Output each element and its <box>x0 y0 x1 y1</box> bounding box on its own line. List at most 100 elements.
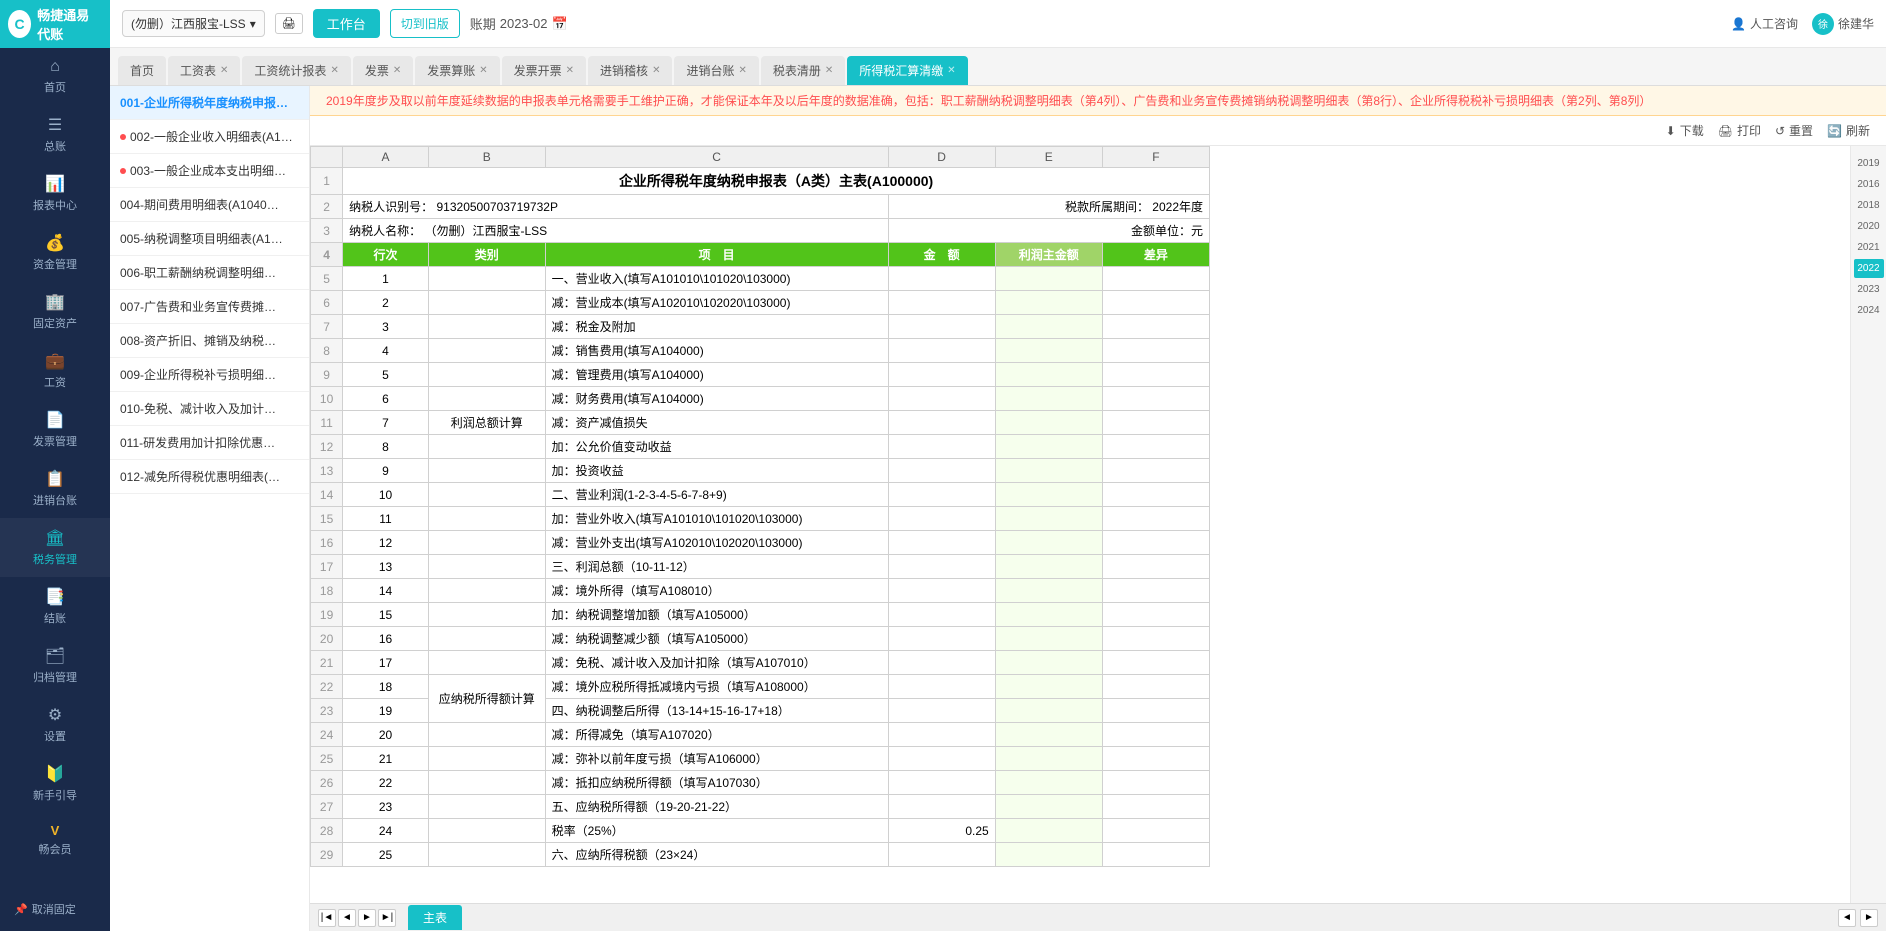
col-e[interactable] <box>995 435 1102 459</box>
sheet-nav-next[interactable]: ► <box>358 909 376 927</box>
tab-close-icon[interactable]: ✕ <box>479 65 487 76</box>
col-f[interactable] <box>1102 819 1209 843</box>
col-f[interactable] <box>1102 363 1209 387</box>
sheet-nav-prev[interactable]: ◄ <box>338 909 356 927</box>
left-panel-item-010[interactable]: 010-免税、减计收入及加计… <box>110 392 309 426</box>
tab-payroll[interactable]: 工资表 ✕ <box>168 56 240 85</box>
col-e[interactable] <box>995 795 1102 819</box>
col-d[interactable] <box>888 411 995 435</box>
col-d[interactable] <box>888 843 995 867</box>
col-f[interactable] <box>1102 747 1209 771</box>
col-e[interactable] <box>995 339 1102 363</box>
left-panel-item-005[interactable]: 005-纳税调整项目明细表(A1… <box>110 222 309 256</box>
col-f[interactable] <box>1102 651 1209 675</box>
tab-close-icon[interactable]: ✕ <box>652 65 660 76</box>
col-d[interactable] <box>888 267 995 291</box>
sidebar-item-payroll[interactable]: 💼 工资 <box>0 341 110 400</box>
tab-home[interactable]: 首页 <box>118 56 166 85</box>
left-panel-item-008[interactable]: 008-资产折旧、摊销及纳税… <box>110 324 309 358</box>
col-e[interactable] <box>995 771 1102 795</box>
sidebar-item-archive[interactable]: 🗂 归档管理 <box>0 636 110 695</box>
sidebar-item-member[interactable]: V 畅会员 <box>0 813 110 867</box>
col-e[interactable] <box>995 483 1102 507</box>
tab-tax-clearance[interactable]: 税表清册 ✕ <box>761 56 845 85</box>
col-f[interactable] <box>1102 339 1209 363</box>
spreadsheet-container[interactable]: A B C D E F 1 企业所 <box>310 146 1850 903</box>
left-panel-item-001[interactable]: 001-企业所得税年度纳税申报… <box>110 86 309 120</box>
col-f[interactable] <box>1102 699 1209 723</box>
col-d[interactable] <box>888 507 995 531</box>
col-e[interactable] <box>995 291 1102 315</box>
col-f[interactable] <box>1102 771 1209 795</box>
col-f[interactable] <box>1102 483 1209 507</box>
sidebar-item-tax-management[interactable]: 🏛 税务管理 <box>0 518 110 577</box>
left-panel-item-006[interactable]: 006-职工薪酬纳税调整明细… <box>110 256 309 290</box>
col-d[interactable] <box>888 795 995 819</box>
col-e[interactable] <box>995 459 1102 483</box>
col-e[interactable] <box>995 579 1102 603</box>
col-d[interactable] <box>888 531 995 555</box>
print-icon-btn[interactable]: 🖨 <box>275 13 303 34</box>
col-d[interactable] <box>888 675 995 699</box>
col-e[interactable] <box>995 627 1102 651</box>
sheet-nav-first[interactable]: |◄ <box>318 909 336 927</box>
col-f[interactable] <box>1102 795 1209 819</box>
col-f[interactable] <box>1102 411 1209 435</box>
col-e[interactable] <box>995 699 1102 723</box>
tab-close-icon[interactable]: ✕ <box>947 65 955 76</box>
col-f[interactable] <box>1102 603 1209 627</box>
col-d[interactable] <box>888 555 995 579</box>
reset-button[interactable]: ↺ 重置 <box>1775 122 1813 139</box>
tab-income-tax[interactable]: 所得税汇算清缴 ✕ <box>847 56 967 85</box>
col-d[interactable] <box>888 699 995 723</box>
col-f[interactable] <box>1102 675 1209 699</box>
company-selector[interactable]: (勿删）江西服宝-LSS ▾ <box>122 10 265 37</box>
left-panel-item-003[interactable]: 003-一般企业成本支出明细… <box>110 154 309 188</box>
old-version-button[interactable]: 切到旧版 <box>390 9 460 38</box>
col-d[interactable] <box>888 603 995 627</box>
col-f[interactable] <box>1102 291 1209 315</box>
col-f[interactable] <box>1102 507 1209 531</box>
col-d[interactable] <box>888 723 995 747</box>
col-f[interactable] <box>1102 579 1209 603</box>
col-e[interactable] <box>995 387 1102 411</box>
col-d[interactable] <box>888 771 995 795</box>
col-e[interactable] <box>995 747 1102 771</box>
tab-invoice-open[interactable]: 发票开票 ✕ <box>502 56 586 85</box>
col-e[interactable] <box>995 507 1102 531</box>
timeline-item-2018[interactable]: 2018 <box>1854 196 1884 215</box>
left-panel-item-009[interactable]: 009-企业所得税补亏损明细… <box>110 358 309 392</box>
sidebar-item-fixed-assets[interactable]: 🏢 固定资产 <box>0 282 110 341</box>
sidebar-item-general-ledger[interactable]: ☰ 总账 <box>0 105 110 164</box>
col-d[interactable]: 0.25 <box>888 819 995 843</box>
col-e[interactable] <box>995 675 1102 699</box>
left-panel-item-004[interactable]: 004-期间费用明细表(A1040… <box>110 188 309 222</box>
left-panel-item-002[interactable]: 002-一般企业收入明细表(A1… <box>110 120 309 154</box>
tab-close-icon[interactable]: ✕ <box>330 65 338 76</box>
col-f[interactable] <box>1102 435 1209 459</box>
tab-close-icon[interactable]: ✕ <box>825 65 833 76</box>
left-panel-item-012[interactable]: 012-减免所得税优惠明细表(… <box>110 460 309 494</box>
col-f[interactable] <box>1102 267 1209 291</box>
timeline-item-2016[interactable]: 2016 <box>1854 175 1884 194</box>
col-f[interactable] <box>1102 627 1209 651</box>
tab-close-icon[interactable]: ✕ <box>738 65 746 76</box>
tab-sales-ledger[interactable]: 进销台账 ✕ <box>674 56 758 85</box>
tab-close-icon[interactable]: ✕ <box>393 65 401 76</box>
col-e[interactable] <box>995 651 1102 675</box>
sidebar-item-report-center[interactable]: 📊 报表中心 <box>0 164 110 223</box>
print-button[interactable]: 🖨 打印 <box>1718 122 1761 139</box>
col-d[interactable] <box>888 315 995 339</box>
col-e[interactable] <box>995 723 1102 747</box>
user-profile[interactable]: 徐 徐建华 <box>1812 13 1874 35</box>
sidebar-item-sales-ledger[interactable]: 📋 进销台账 <box>0 459 110 518</box>
timeline-item-2024[interactable]: 2024 <box>1854 301 1884 320</box>
sidebar-item-home[interactable]: ⌂ 首页 <box>0 48 110 105</box>
workbench-button[interactable]: 工作台 <box>313 9 380 38</box>
tab-payroll-stats[interactable]: 工资统计报表 ✕ <box>242 56 350 85</box>
timeline-item-2023[interactable]: 2023 <box>1854 280 1884 299</box>
col-e[interactable] <box>995 315 1102 339</box>
tab-invoice-calc[interactable]: 发票算账 ✕ <box>415 56 499 85</box>
col-e[interactable] <box>995 819 1102 843</box>
col-d[interactable] <box>888 339 995 363</box>
